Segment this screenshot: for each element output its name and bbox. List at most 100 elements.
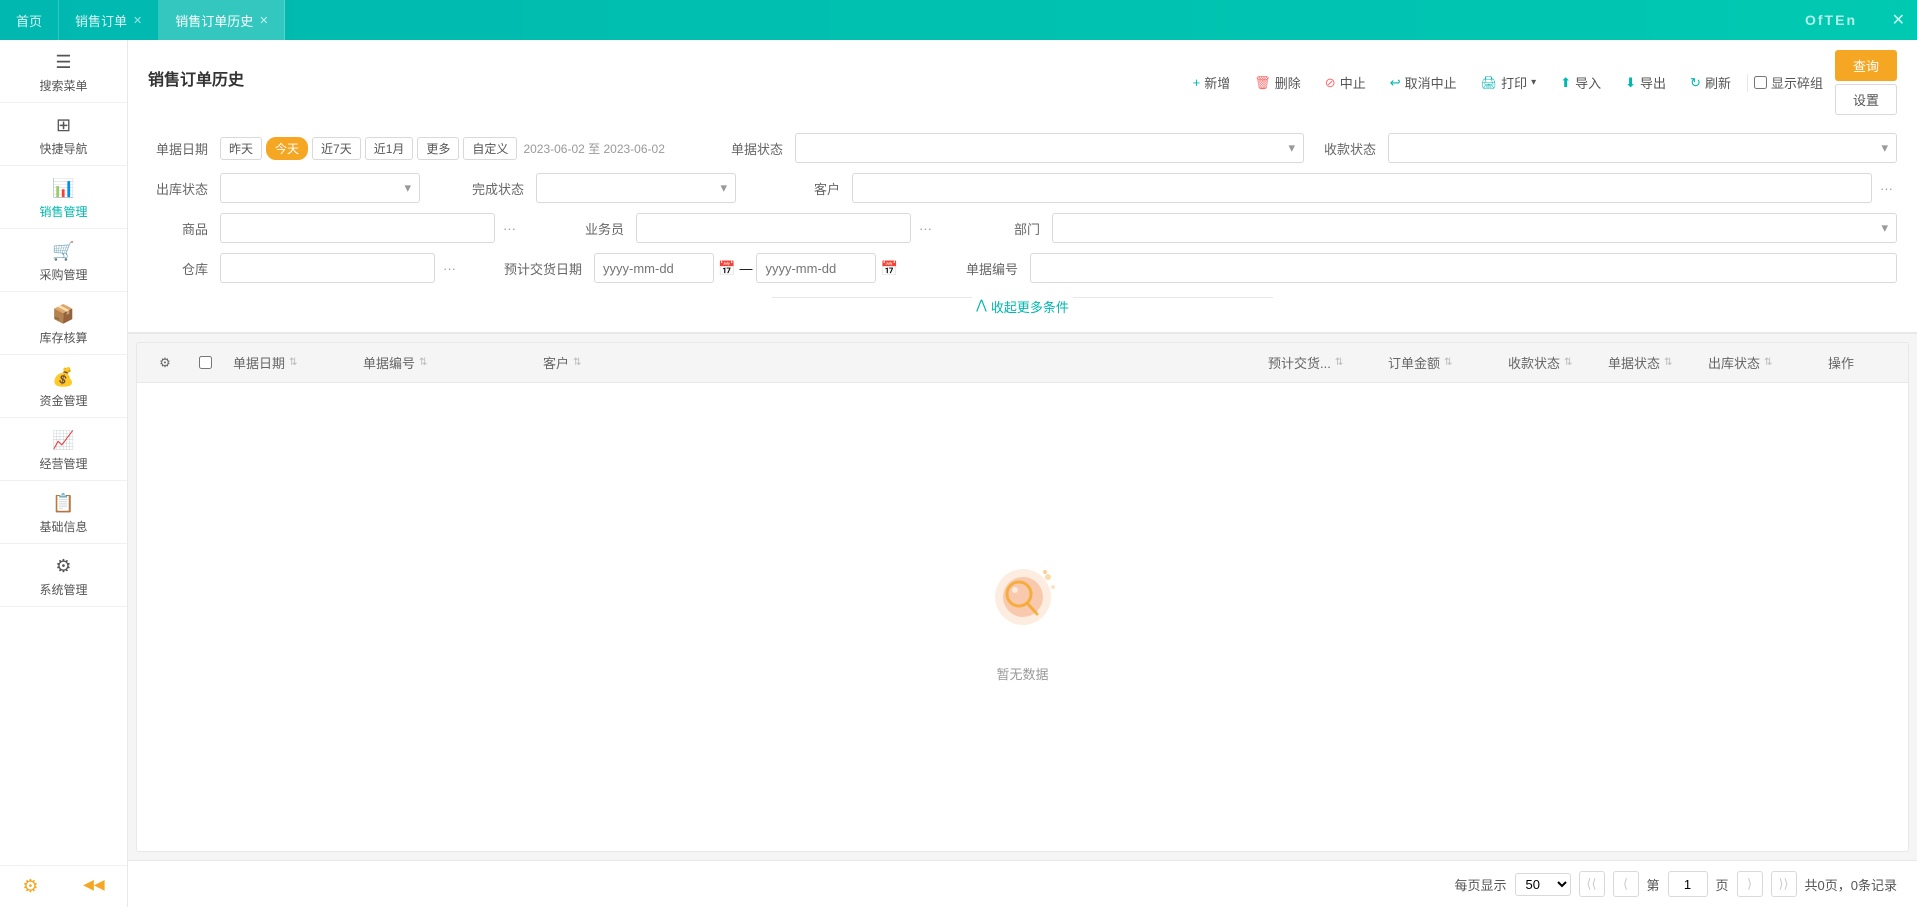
print-arrow-icon: ▾ xyxy=(1531,77,1536,88)
delivery-date-group: 📅 — 📅 xyxy=(594,253,914,283)
new-label: 新增 xyxy=(1204,73,1230,92)
th-date-label: 单据日期 xyxy=(233,353,285,372)
settings-bottom-icon[interactable]: ⚙ xyxy=(22,876,38,897)
th-gear[interactable]: ⚙ xyxy=(145,355,185,371)
th-payment[interactable]: 收款状态 ⇅ xyxy=(1500,353,1600,372)
th-customer[interactable]: 客户 ⇅ xyxy=(535,353,1260,372)
delete-button[interactable]: 🗑 删除 xyxy=(1244,69,1311,96)
filter-row-3: 商品 ··· 业务员 ··· 部门 ▾ xyxy=(148,213,1897,243)
salesman-ellipsis[interactable]: ··· xyxy=(915,221,936,236)
payment-status-select[interactable]: ▾ xyxy=(1388,133,1897,163)
stop-button[interactable]: ⊘ 中止 xyxy=(1315,69,1376,96)
filter-row-2: 出库状态 ▾ 完成状态 ▾ 客户 ··· xyxy=(148,173,1897,203)
th-docno[interactable]: 单据编号 ⇅ xyxy=(355,353,535,372)
th-status[interactable]: 单据状态 ⇅ xyxy=(1600,353,1700,372)
tab-home[interactable]: 首页 xyxy=(0,0,59,40)
delivery-date-end[interactable] xyxy=(756,253,876,283)
page-size-select[interactable]: 50 20 100 xyxy=(1515,873,1571,896)
date-dash: — xyxy=(739,261,752,276)
sort-payment-icon: ⇅ xyxy=(1564,357,1572,368)
th-status-label: 单据状态 xyxy=(1608,353,1660,372)
date-today-btn[interactable]: 今天 xyxy=(266,137,308,160)
product-input[interactable] xyxy=(220,213,495,243)
filter-row-1: 单据日期 昨天 今天 近7天 近1月 更多 自定义 2023-06-02 至 2… xyxy=(148,133,1897,163)
collapse-up-icon: ⋀ xyxy=(976,297,987,316)
empty-text: 暂无数据 xyxy=(996,664,1048,683)
tab-sales-history[interactable]: 销售订单历史 ✕ xyxy=(159,0,285,40)
sidebar-item-purchase[interactable]: 🛒 采购管理 xyxy=(0,229,127,292)
date-buttons: 昨天 今天 近7天 近1月 更多 自定义 xyxy=(220,137,517,160)
sidebar-item-system[interactable]: ⚙ 系统管理 xyxy=(0,544,127,607)
sort-delivery-icon: ⇅ xyxy=(1335,357,1343,368)
sidebar-item-search[interactable]: ☰ 搜索菜单 xyxy=(0,40,127,103)
sidebar-item-operations[interactable]: 📈 经营管理 xyxy=(0,418,127,481)
display-cols-input[interactable] xyxy=(1754,76,1767,89)
warehouse-label: 仓库 xyxy=(148,259,208,278)
tab-sales-order-close[interactable]: ✕ xyxy=(133,14,142,27)
sidebar-item-basics[interactable]: 📋 基础信息 xyxy=(0,481,127,544)
search-button[interactable]: 查询 xyxy=(1835,50,1897,81)
next-page-btn[interactable]: ⟩ xyxy=(1737,871,1763,897)
bill-status-select[interactable]: ▾ xyxy=(795,133,1304,163)
salesman-input[interactable] xyxy=(636,213,911,243)
th-checkbox[interactable] xyxy=(185,356,225,369)
date-custom-btn[interactable]: 自定义 xyxy=(463,137,517,160)
delivery-date-start[interactable] xyxy=(594,253,714,283)
dept-select[interactable]: ▾ xyxy=(1052,213,1897,243)
date-filter-label: 单据日期 xyxy=(148,139,208,158)
warehouse-status-select[interactable]: ▾ xyxy=(220,173,420,203)
cancel-stop-button[interactable]: ↩ 取消中止 xyxy=(1380,69,1467,96)
payment-status-label: 收款状态 xyxy=(1316,139,1376,158)
page-label: 第 xyxy=(1647,875,1660,894)
window-close-btn[interactable]: ✕ xyxy=(1892,10,1905,30)
sidebar-item-inventory[interactable]: 📦 库存核算 xyxy=(0,292,127,355)
tab-sales-order[interactable]: 销售订单 ✕ xyxy=(59,0,159,40)
page-size-label: 每页显示 xyxy=(1454,875,1506,894)
calendar-start-icon[interactable]: 📅 xyxy=(718,260,735,277)
sidebar-quicknav-label: 快捷导航 xyxy=(39,140,87,157)
date-7days-btn[interactable]: 近7天 xyxy=(312,137,361,160)
settings-button[interactable]: 设置 xyxy=(1835,84,1897,115)
divider-right xyxy=(1073,297,1273,298)
refresh-label: 刷新 xyxy=(1705,73,1731,92)
warehouse-input[interactable] xyxy=(220,253,435,283)
date-more-btn[interactable]: 更多 xyxy=(417,137,459,160)
sidebar-item-quicknav[interactable]: ⊞ 快捷导航 xyxy=(0,103,127,166)
sidebar-item-finance[interactable]: 💰 资金管理 xyxy=(0,355,127,418)
print-icon: 🖨 xyxy=(1481,75,1498,91)
empty-state: 暂无数据 xyxy=(137,383,1908,851)
th-amount[interactable]: 订单金额 ⇅ xyxy=(1380,353,1500,372)
last-page-btn[interactable]: ⟩⟩ xyxy=(1771,871,1797,897)
complete-status-label: 完成状态 xyxy=(464,179,524,198)
calendar-end-icon[interactable]: 📅 xyxy=(880,260,897,277)
import-button[interactable]: ⬆ 导入 xyxy=(1550,69,1611,96)
product-ellipsis[interactable]: ··· xyxy=(499,221,520,236)
first-page-btn[interactable]: ⟨⟨ xyxy=(1579,871,1605,897)
th-delivery[interactable]: 预计交货... ⇅ xyxy=(1260,353,1380,372)
complete-status-select[interactable]: ▾ xyxy=(536,173,736,203)
docno-input[interactable] xyxy=(1030,253,1897,283)
delivery-date-label: 预计交货日期 xyxy=(504,259,582,278)
page-number-input[interactable] xyxy=(1668,871,1708,897)
sidebar-system-label: 系统管理 xyxy=(39,581,87,598)
sidebar-item-sales[interactable]: 📊 销售管理 xyxy=(0,166,127,229)
prev-page-btn[interactable]: ⟨ xyxy=(1613,871,1639,897)
customer-input[interactable] xyxy=(852,173,1872,203)
print-button[interactable]: 🖨 打印 ▾ xyxy=(1471,69,1547,96)
th-warehouse[interactable]: 出库状态 ⇅ xyxy=(1700,353,1820,372)
customer-ellipsis[interactable]: ··· xyxy=(1876,181,1897,196)
select-all-checkbox[interactable] xyxy=(199,356,212,369)
new-button[interactable]: + 新增 xyxy=(1183,69,1241,96)
refresh-button[interactable]: ↻ 刷新 xyxy=(1680,69,1741,96)
export-button[interactable]: ⬇ 导出 xyxy=(1615,69,1676,96)
warehouse-ellipsis[interactable]: ··· xyxy=(439,261,460,276)
date-yesterday-btn[interactable]: 昨天 xyxy=(220,137,262,160)
filter-row-4: 仓库 ··· 预计交货日期 📅 — 📅 单据编号 xyxy=(148,253,1897,283)
date-1month-btn[interactable]: 近1月 xyxy=(365,137,414,160)
sidebar-sales-label: 销售管理 xyxy=(39,203,87,220)
collapse-sidebar-icon[interactable]: ◀◀ xyxy=(83,876,105,897)
collapse-row[interactable]: ⋀ 收起更多条件 xyxy=(148,293,1897,320)
display-cols-checkbox[interactable]: 显示碎组 xyxy=(1754,73,1823,92)
th-date[interactable]: 单据日期 ⇅ xyxy=(225,353,355,372)
tab-sales-history-close[interactable]: ✕ xyxy=(259,14,268,27)
